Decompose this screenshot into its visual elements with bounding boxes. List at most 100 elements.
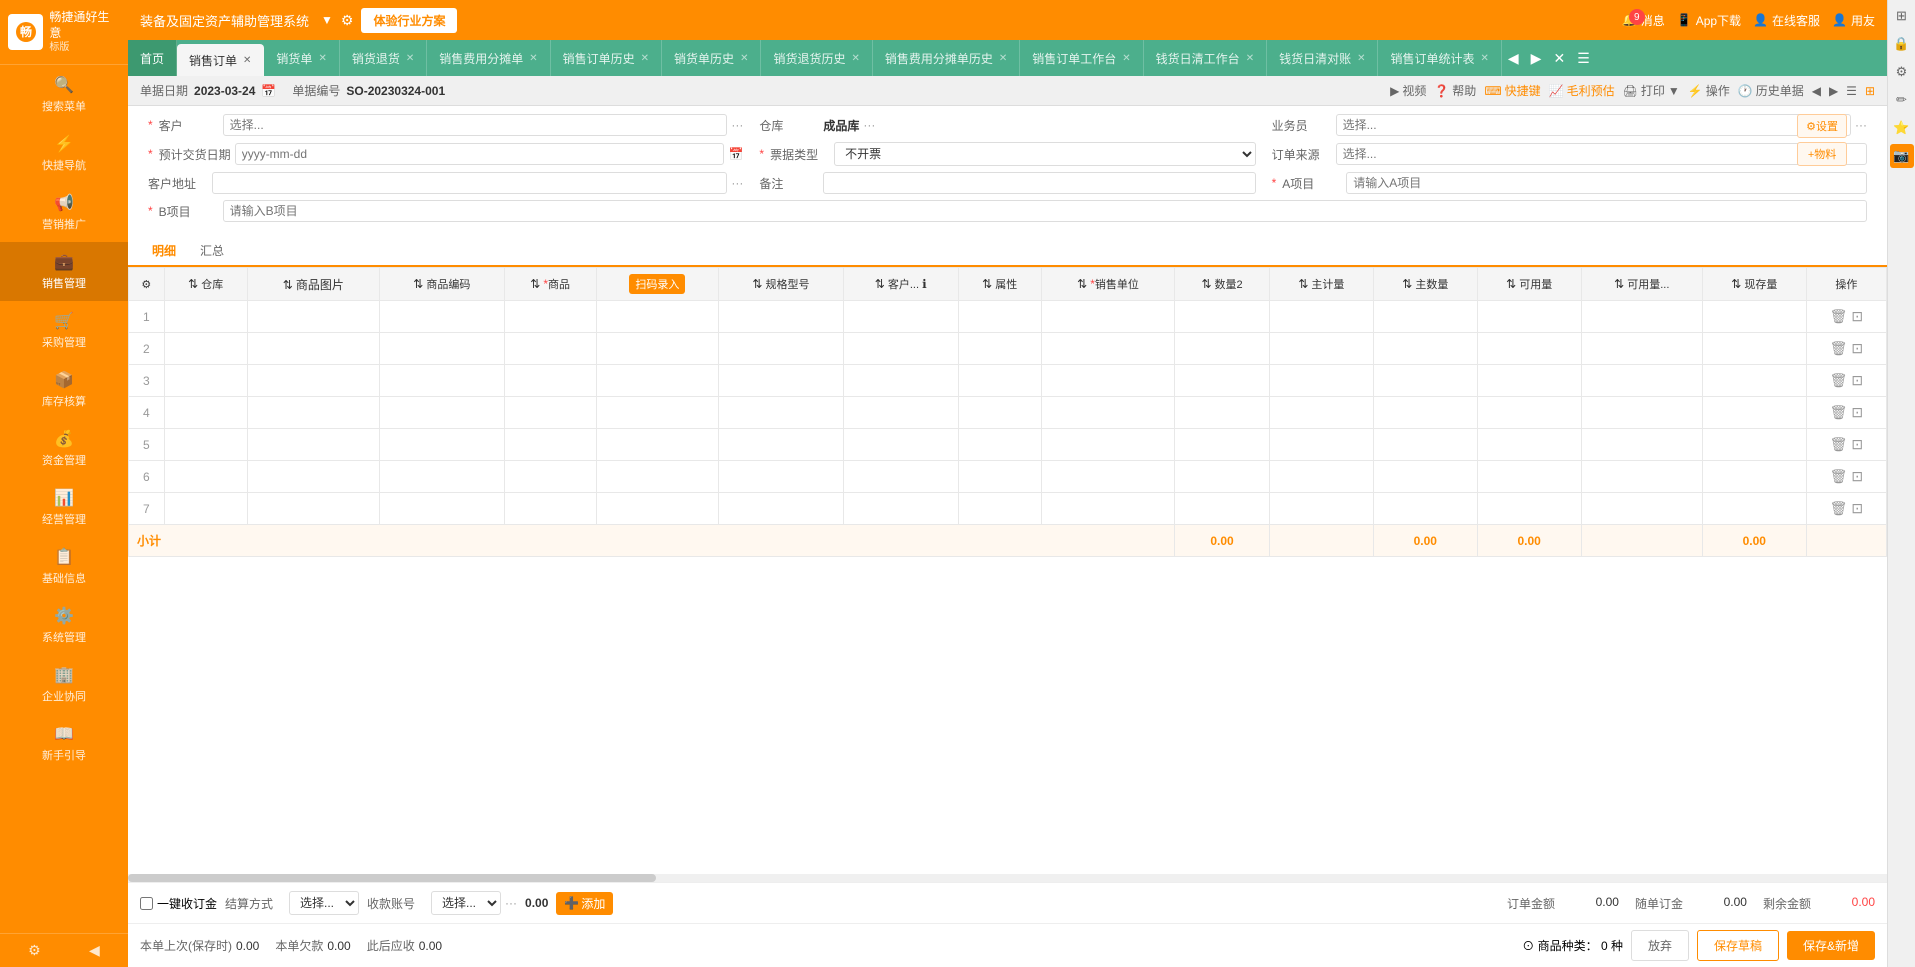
right-sidebar-btn-1[interactable]: ⊞ (1890, 4, 1914, 28)
row-copy-icon[interactable]: ⊡ (1851, 436, 1863, 453)
trial-button[interactable]: 体验行业方案 (361, 8, 457, 33)
sidebar-item-search[interactable]: 🔍 搜索菜单 (0, 65, 128, 124)
row-copy-icon[interactable]: ⊡ (1851, 308, 1863, 325)
view-action-btn[interactable]: ▶ 视频 (1390, 82, 1426, 99)
warehouse-expand-icon[interactable]: ··· (863, 118, 875, 132)
sidebar-item-basic-info[interactable]: 📋 基础信息 (0, 537, 128, 596)
row-delete-icon[interactable]: 🗑 (1830, 308, 1848, 325)
sidebar-item-purchase[interactable]: 🛒 采购管理 (0, 301, 128, 360)
sidebar-item-operations[interactable]: 📊 经营管理 (0, 478, 128, 537)
tab-close-icon[interactable]: ✕ (243, 55, 251, 66)
save-draft-button[interactable]: 保存草稿 (1697, 930, 1779, 961)
row-delete-icon[interactable]: 🗑 (1830, 500, 1848, 517)
customer-address-input[interactable] (212, 172, 727, 194)
sidebar-item-marketing[interactable]: 📢 营销推广 (0, 183, 128, 242)
tab-credit-reconcile[interactable]: 钱货日清对账 ✕ (1267, 40, 1378, 76)
tab-close-icon[interactable]: ✕ (1246, 53, 1254, 64)
row-copy-icon[interactable]: ⊡ (1851, 500, 1863, 517)
row-product-code[interactable] (379, 301, 504, 333)
tab-sales-order[interactable]: 销售订单 ✕ (177, 44, 264, 76)
shortcuts-action-btn[interactable]: ⌨ 快捷键 (1484, 82, 1540, 99)
salesperson-expand-icon[interactable]: ··· (1855, 118, 1867, 132)
tab-workbench[interactable]: 销售订单工作台 ✕ (1020, 40, 1143, 76)
sidebar-item-finance[interactable]: 💰 资金管理 (0, 419, 128, 478)
add-material-button[interactable]: +物料 (1797, 142, 1847, 166)
tab-expense-split[interactable]: 销售费用分摊单 ✕ (427, 40, 550, 76)
tab-close-icon[interactable]: ✕ (318, 53, 326, 64)
tab-close-all-button[interactable]: ✕ (1547, 40, 1571, 76)
scrollbar-thumb[interactable] (128, 874, 656, 882)
salesperson-input[interactable] (1336, 114, 1851, 136)
customer-expand-icon[interactable]: ··· (731, 118, 743, 132)
grid-view-icon[interactable]: ⊞ (1865, 84, 1875, 98)
row-copy-icon[interactable]: ⊡ (1851, 340, 1863, 357)
tab-order-history[interactable]: 销售订单历史 ✕ (551, 40, 662, 76)
row-attributes[interactable] (958, 301, 1041, 333)
row-delete-icon[interactable]: 🗑 (1830, 372, 1848, 389)
row-delete-icon[interactable]: 🗑 (1830, 468, 1848, 485)
right-sidebar-btn-4[interactable]: ✏ (1890, 88, 1914, 112)
tab-close-icon[interactable]: ✕ (740, 53, 748, 64)
list-view-icon[interactable]: ☰ (1846, 84, 1857, 98)
date-calendar-icon[interactable]: 📅 (261, 84, 276, 98)
bank-account-select[interactable]: 选择... (431, 891, 501, 915)
tab-expense-history[interactable]: 销售费用分摊单历史 ✕ (873, 40, 1020, 76)
help-action-btn[interactable]: ❓ 帮助 (1434, 82, 1476, 99)
tab-close-icon[interactable]: ✕ (529, 53, 537, 64)
settings-gear-icon[interactable]: ⚙ (28, 942, 41, 959)
row-copy-icon[interactable]: ⊡ (1851, 468, 1863, 485)
row-sales-unit[interactable] (1041, 301, 1174, 333)
discard-button[interactable]: 放弃 (1631, 930, 1689, 961)
row-qty2[interactable] (1175, 301, 1270, 333)
tab-close-icon[interactable]: ✕ (851, 53, 859, 64)
nav-next-icon[interactable]: ▶ (1829, 84, 1838, 98)
b-project-input[interactable] (223, 200, 1867, 222)
delivery-date-input[interactable] (235, 143, 725, 165)
right-sidebar-btn-2[interactable]: 🔒 (1890, 32, 1914, 56)
save-new-button[interactable]: 保存&新增 (1787, 931, 1875, 960)
delivery-date-calendar-icon[interactable]: 📅 (728, 147, 743, 161)
row-delete-icon[interactable]: 🗑 (1830, 340, 1848, 357)
tab-close-icon[interactable]: ✕ (1357, 53, 1365, 64)
app-download[interactable]: 📱 App下载 (1677, 12, 1741, 29)
row-main-qty[interactable] (1373, 301, 1477, 333)
sidebar-item-quick-nav[interactable]: ⚡ 快捷导航 (0, 124, 128, 183)
collapse-icon[interactable]: ◀ (89, 942, 100, 959)
sidebar-item-inventory[interactable]: 📦 库存核算 (0, 360, 128, 419)
tab-detail[interactable]: 明细 (140, 236, 188, 267)
tab-sales-return[interactable]: 销货退货 ✕ (340, 40, 427, 76)
user-menu[interactable]: 👤 用友 (1832, 12, 1875, 29)
tab-return-history[interactable]: 销货退货历史 ✕ (761, 40, 872, 76)
a-project-input[interactable] (1346, 172, 1867, 194)
row-spec[interactable] (719, 301, 844, 333)
sidebar-item-sales[interactable]: 💼 销售管理 (0, 242, 128, 301)
row-delete-icon[interactable]: 🗑 (1830, 436, 1848, 453)
tab-sales-summary[interactable]: 销售订单统计表 ✕ (1378, 40, 1501, 76)
tab-close-icon[interactable]: ✕ (999, 53, 1007, 64)
tab-home[interactable]: 首页 (128, 40, 177, 76)
settings-button[interactable]: ⚙设置 (1797, 114, 1847, 138)
tab-credit-workbench[interactable]: 钱货日清工作台 ✕ (1144, 40, 1267, 76)
print-action-btn[interactable]: 🖨 打印 ▼ (1623, 82, 1680, 99)
address-expand-icon[interactable]: ··· (731, 176, 743, 190)
header-gear-icon[interactable]: ⚙ (341, 12, 354, 29)
tab-next-button[interactable]: ▶ (1525, 40, 1548, 76)
right-sidebar-btn-3[interactable]: ⚙ (1890, 60, 1914, 84)
sidebar-item-enterprise[interactable]: 🏢 企业协同 (0, 655, 128, 714)
row-copy-icon[interactable]: ⊡ (1851, 404, 1863, 421)
nav-prev-icon[interactable]: ◀ (1812, 84, 1821, 98)
right-sidebar-btn-5[interactable]: ⭐ (1890, 116, 1914, 140)
payment-method-select[interactable]: 选择... (289, 891, 359, 915)
online-service[interactable]: 👤 在线客服 (1753, 12, 1820, 29)
tab-menu-button[interactable]: ☰ (1571, 40, 1596, 76)
profit-action-btn[interactable]: 📈 毛利预估 (1549, 82, 1615, 99)
add-payment-button[interactable]: ➕ 添加 (556, 892, 613, 915)
notification-bell[interactable]: 🔔 9 消息 (1622, 12, 1665, 29)
tab-prev-button[interactable]: ◀ (1502, 40, 1525, 76)
tab-close-icon[interactable]: ✕ (1122, 53, 1130, 64)
tab-close-icon[interactable]: ✕ (1481, 53, 1489, 64)
sidebar-item-system[interactable]: ⚙️ 系统管理 (0, 596, 128, 655)
tab-sales-invoice[interactable]: 销货单 ✕ (264, 40, 339, 76)
th-scan[interactable]: 扫码录入 (596, 268, 719, 301)
row-product[interactable] (504, 301, 596, 333)
